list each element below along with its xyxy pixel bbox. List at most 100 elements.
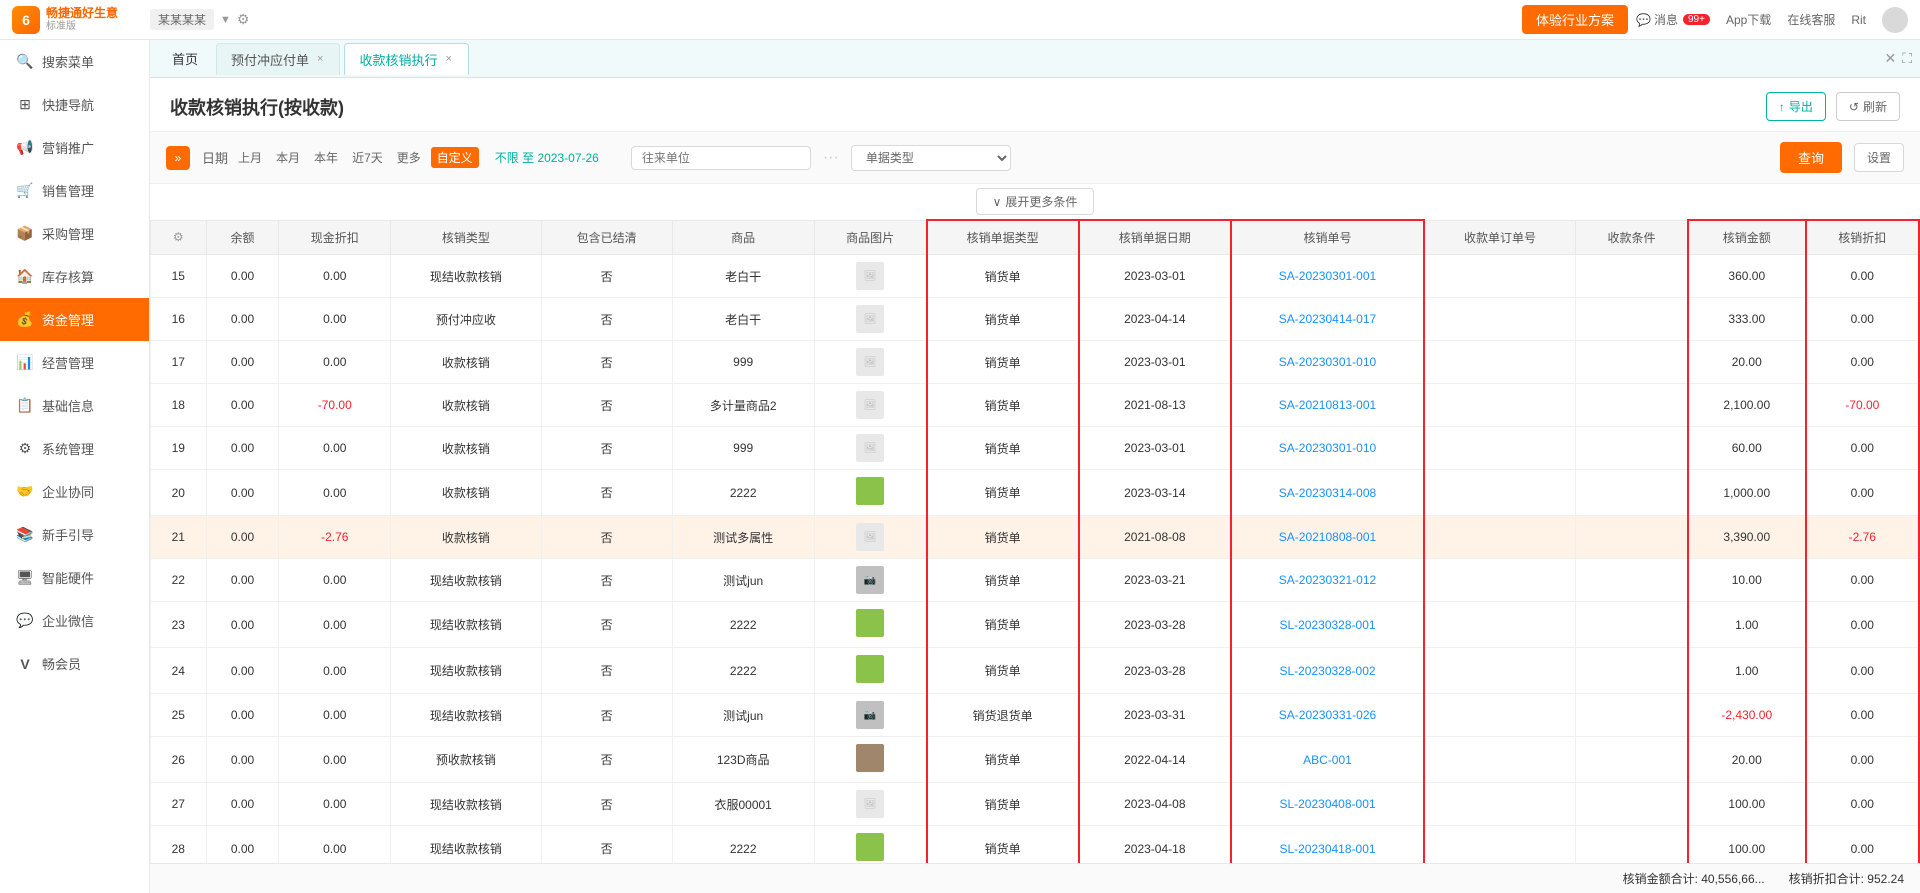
system-icon: ⚙ (16, 440, 34, 458)
row-writeoff-bill-date: 2023-04-08 (1079, 783, 1231, 826)
org-selector[interactable]: 某某某某 ▼ ⚙ (150, 9, 1514, 30)
total-amount: 核销金额合计: 40,556,66... (1623, 870, 1765, 887)
gear-icon[interactable]: ⚙ (237, 11, 250, 28)
tab-prepay-close[interactable]: × (315, 53, 325, 65)
sidebar-item-quick-nav[interactable]: ⊞ 快捷导航 (0, 83, 149, 126)
row-writeoff-bill-no[interactable]: SL-20230408-001 (1231, 783, 1424, 826)
sidebar-item-smart-hw[interactable]: 🖥 智能硬件 (0, 556, 149, 599)
main-layout: 🔍 搜索菜单 ⊞ 快捷导航 📢 营销推广 🛒 销售管理 📦 采购管理 🏠 库存核… (0, 40, 1920, 893)
table-area[interactable]: ⚙ 余额 现金折扣 核销类型 包含已结清 商品 商品图片 核销单据类型 核销单据… (150, 219, 1920, 863)
row-writeoff-bill-date: 2023-03-01 (1079, 427, 1231, 470)
sidebar-item-member[interactable]: V 畅会员 (0, 642, 149, 685)
tab-collection[interactable]: 收款核销执行 × (344, 43, 468, 75)
row-collection-condition (1575, 602, 1687, 648)
sidebar-item-enterprise[interactable]: 🤝 企业协同 (0, 470, 149, 513)
logo-icon: 6 (12, 6, 40, 34)
row-product: 2222 (672, 826, 814, 864)
row-writeoff-bill-type: 销货单 (927, 470, 1079, 516)
row-writeoff-bill-no[interactable]: SL-20230418-001 (1231, 826, 1424, 864)
row-writeoff-bill-no[interactable]: SA-20230301-010 (1231, 341, 1424, 384)
sidebar-item-sales[interactable]: 🛒 销售管理 (0, 169, 149, 212)
row-collection-order-no (1424, 737, 1575, 783)
sidebar-item-inventory[interactable]: 🏠 库存核算 (0, 255, 149, 298)
tab-collection-close[interactable]: × (443, 53, 453, 65)
sidebar-item-basic[interactable]: 📋 基础信息 (0, 384, 149, 427)
bill-type-select[interactable]: 单据类型 (851, 145, 1011, 171)
row-writeoff-discount: -70.00 (1806, 384, 1919, 427)
sidebar-item-system[interactable]: ⚙ 系统管理 (0, 427, 149, 470)
sidebar-item-operations[interactable]: 📊 经营管理 (0, 341, 149, 384)
chevron-down-icon[interactable]: ▼ (220, 14, 231, 26)
row-writeoff-bill-no[interactable]: SL-20230328-001 (1231, 602, 1424, 648)
row-id: 16 (151, 298, 207, 341)
message-icon-area[interactable]: 💬 消息 99+ (1636, 11, 1710, 28)
maximize-icon[interactable]: ⛶ (1902, 50, 1912, 67)
row-writeoff-amount: 3,390.00 (1688, 516, 1806, 559)
row-product-image (814, 648, 926, 694)
date-label: 日期 (202, 148, 228, 167)
row-writeoff-bill-no[interactable]: SA-20230321-012 (1231, 559, 1424, 602)
expand-more-button[interactable]: ∨ 展开更多条件 (976, 188, 1095, 215)
export-button[interactable]: ↑ 导出 (1766, 92, 1826, 121)
more-date-link[interactable]: 更多 (393, 147, 425, 168)
row-id: 23 (151, 602, 207, 648)
row-balance: 0.00 (206, 648, 279, 694)
sidebar-item-marketing[interactable]: 📢 营销推广 (0, 126, 149, 169)
sidebar-item-search[interactable]: 🔍 搜索菜单 (0, 40, 149, 83)
row-collection-condition (1575, 255, 1687, 298)
sidebar-item-finance[interactable]: 💰 资金管理 (0, 298, 149, 341)
row-include-settled: 否 (541, 737, 672, 783)
row-writeoff-bill-type: 销货单 (927, 783, 1079, 826)
row-collection-condition (1575, 648, 1687, 694)
table-row: 160.000.00预付冲应收否老白干🖼销货单2023-04-14SA-2023… (151, 298, 1920, 341)
row-writeoff-bill-no[interactable]: SA-20210813-001 (1231, 384, 1424, 427)
row-id: 20 (151, 470, 207, 516)
row-writeoff-bill-no[interactable]: SL-20230328-002 (1231, 648, 1424, 694)
grid-icon: ⊞ (16, 96, 34, 114)
sidebar-item-guide[interactable]: 📚 新手引导 (0, 513, 149, 556)
row-collection-condition (1575, 341, 1687, 384)
last7days-link[interactable]: 近7天 (348, 147, 387, 168)
row-writeoff-bill-no[interactable]: SA-20210808-001 (1231, 516, 1424, 559)
filter-bar: » 日期 上月 本月 本年 近7天 更多 自定义 不限 至 2023-07-26… (150, 132, 1920, 184)
col-settings[interactable]: ⚙ (151, 220, 207, 255)
close-window-icon[interactable]: ✕ (1884, 50, 1896, 67)
custom-date-link[interactable]: 自定义 (431, 147, 479, 168)
user-name[interactable]: Rit (1851, 13, 1866, 27)
filter-more-row: ∨ 展开更多条件 (150, 184, 1920, 219)
sidebar-item-wechat[interactable]: 💬 企业微信 (0, 599, 149, 642)
query-button[interactable]: 查询 (1780, 142, 1842, 173)
row-id: 18 (151, 384, 207, 427)
filter-expand-icon[interactable]: » (166, 146, 190, 170)
this-year-link[interactable]: 本年 (310, 147, 342, 168)
tab-prepay[interactable]: 预付冲应付单 × (216, 43, 340, 75)
chart-icon: 📊 (16, 354, 34, 372)
this-month-link[interactable]: 本月 (272, 147, 304, 168)
row-writeoff-bill-type: 销货单 (927, 826, 1079, 864)
refresh-button[interactable]: ↺ 刷新 (1836, 92, 1900, 121)
sidebar-item-purchase[interactable]: 📦 采购管理 (0, 212, 149, 255)
tab-home[interactable]: 首页 (158, 43, 212, 74)
industry-solution-button[interactable]: 体验行业方案 (1522, 5, 1628, 34)
online-service-link[interactable]: 在线客服 (1787, 11, 1835, 28)
row-writeoff-bill-no[interactable]: SA-20230414-017 (1231, 298, 1424, 341)
row-writeoff-amount: 20.00 (1688, 737, 1806, 783)
col-collection-order-no: 收款单订单号 (1424, 220, 1575, 255)
data-table: ⚙ 余额 现金折扣 核销类型 包含已结清 商品 商品图片 核销单据类型 核销单据… (150, 219, 1920, 863)
row-writeoff-bill-no[interactable]: SA-20230314-008 (1231, 470, 1424, 516)
avatar[interactable] (1882, 7, 1908, 33)
row-writeoff-bill-no[interactable]: SA-20230301-010 (1231, 427, 1424, 470)
row-writeoff-bill-no[interactable]: SA-20230301-001 (1231, 255, 1424, 298)
app-download-link[interactable]: App下载 (1726, 11, 1771, 28)
row-include-settled: 否 (541, 826, 672, 864)
row-writeoff-bill-no[interactable]: ABC-001 (1231, 737, 1424, 783)
row-cash-discount: 0.00 (279, 255, 391, 298)
tab-bar-controls: ✕ ⛶ (1884, 50, 1912, 67)
row-writeoff-type: 收款核销 (391, 470, 542, 516)
row-collection-condition (1575, 298, 1687, 341)
last-month-link[interactable]: 上月 (234, 147, 266, 168)
row-writeoff-bill-no[interactable]: SA-20230331-026 (1231, 694, 1424, 737)
settings-button[interactable]: 设置 (1854, 143, 1904, 172)
counterparty-input[interactable] (631, 146, 811, 170)
row-product-image: 🖼 (814, 298, 926, 341)
